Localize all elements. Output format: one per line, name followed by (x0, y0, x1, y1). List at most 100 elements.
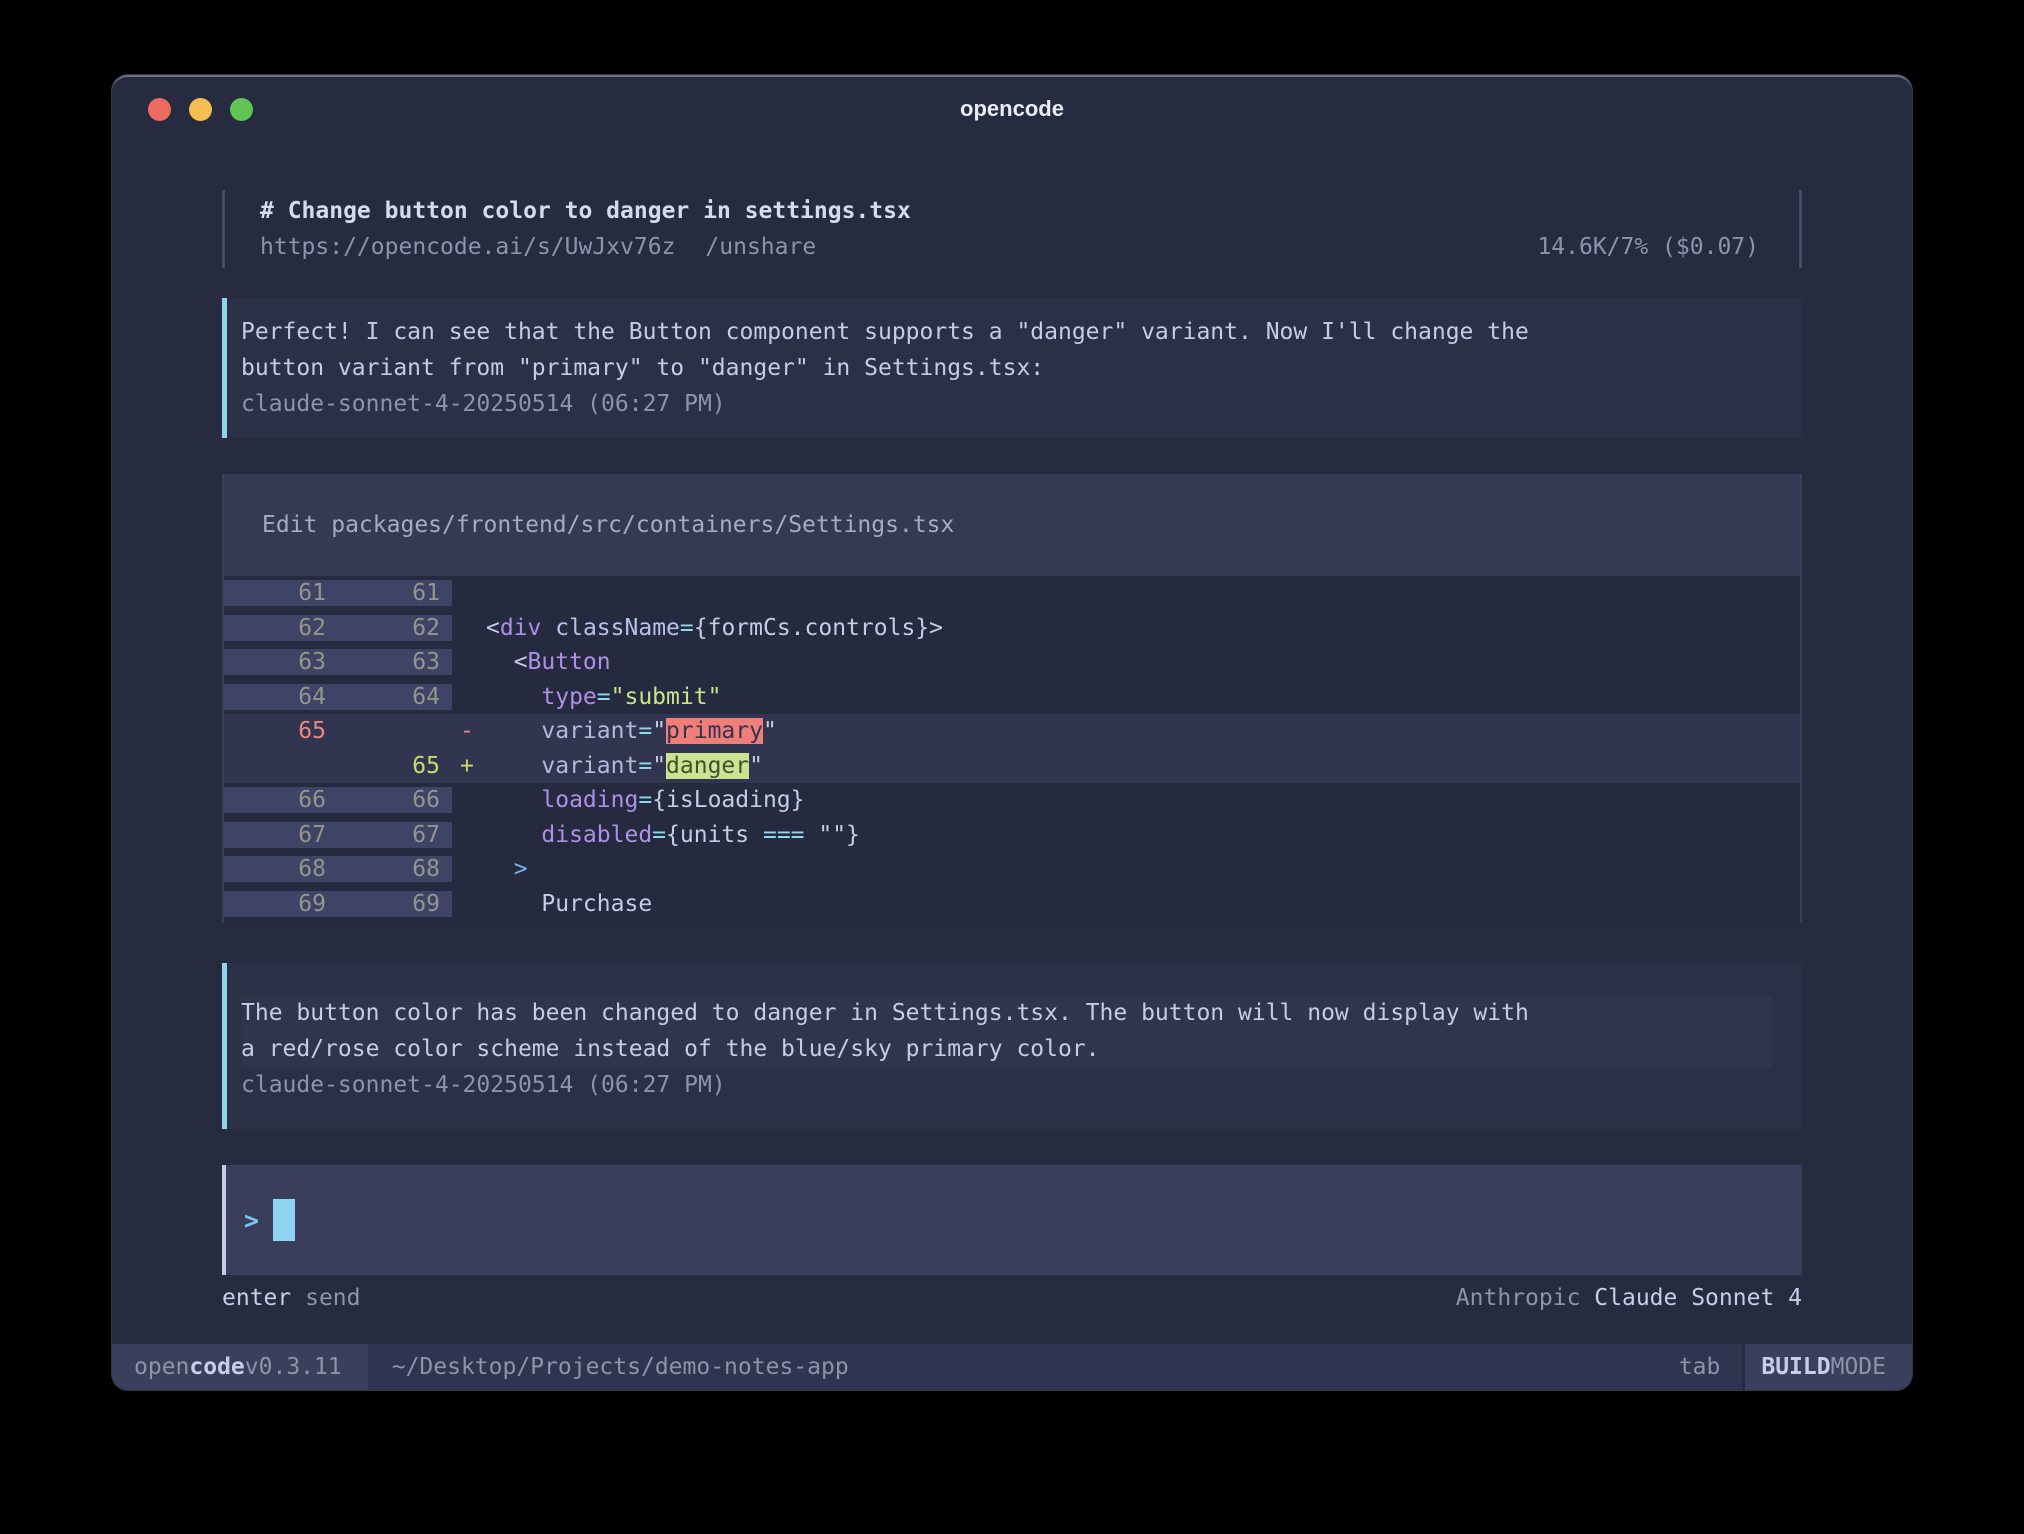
session-title: # Change button color to danger in setti… (260, 193, 911, 229)
code-segment: = (638, 718, 652, 744)
code-segment (486, 718, 541, 744)
minimize-button[interactable] (189, 98, 212, 121)
mode-chip: BUILD MODE (1745, 1344, 1912, 1390)
code-line: <Button (478, 649, 1800, 675)
code-segment: " (652, 753, 666, 779)
diff-rows: 61616262<div className={formCs.controls}… (224, 576, 1800, 923)
diff-row: 65- variant="primary" (224, 714, 1800, 749)
code-segment (486, 822, 541, 848)
code-line: variant="primary" (478, 718, 1800, 744)
line-number-new: 62 (332, 615, 452, 641)
diff-marker: + (452, 753, 478, 779)
enter-send-hint: enter send (222, 1285, 361, 1311)
line-number-new: 65 (332, 753, 452, 779)
code-segment: > (514, 856, 528, 882)
code-segment (486, 787, 541, 813)
code-line: loading={isLoading} (478, 787, 1800, 813)
message-text-line: Perfect! I can see that the Button compo… (241, 314, 1772, 350)
code-segment (486, 856, 514, 882)
text-cursor (273, 1199, 295, 1241)
code-segment: Button (528, 649, 611, 675)
code-segment: < (486, 615, 500, 641)
share-url-link[interactable]: https://opencode.ai/s/UwJxv76z (260, 234, 675, 260)
code-segment: = (638, 787, 652, 813)
zoom-button[interactable] (230, 98, 253, 121)
code-segment: " (763, 718, 777, 744)
diff-row: 6868 > (224, 852, 1800, 887)
prompt-input[interactable]: > (222, 1165, 1802, 1275)
code-segment: type (541, 684, 596, 710)
assistant-message: The button color has been changed to dan… (222, 963, 1802, 1129)
line-number-old: 68 (224, 856, 332, 882)
line-number-old: 61 (224, 580, 332, 606)
message-meta: claude-sonnet-4-20250514 (06:27 PM) (241, 1067, 1772, 1103)
code-segment: = (597, 684, 611, 710)
message-text-line: button variant from "primary" to "danger… (241, 350, 1772, 386)
code-segment: = (638, 753, 652, 779)
code-segment: === (763, 822, 805, 848)
line-number-new: 69 (332, 891, 452, 917)
opencode-window: opencode # Change button color to danger… (112, 75, 1912, 1390)
message-text: Perfect! I can see that the Button compo… (241, 314, 1772, 386)
app-version-chip: opencode v0.3.11 (112, 1344, 368, 1390)
code-segment (541, 615, 555, 641)
code-segment: {isLoading} (652, 787, 804, 813)
code-segment: className (555, 615, 680, 641)
cwd-path: ~/Desktop/Projects/demo-notes-app (368, 1344, 849, 1390)
code-segment: loading (541, 787, 638, 813)
code-segment: div (500, 615, 542, 641)
line-number-old: 67 (224, 822, 332, 848)
status-bar: opencode v0.3.11 ~/Desktop/Projects/demo… (112, 1344, 1912, 1390)
line-number-new: 68 (332, 856, 452, 882)
message-text-line: The button color has been changed to dan… (241, 995, 1772, 1031)
code-segment (486, 753, 541, 779)
line-number-new: 66 (332, 787, 452, 813)
line-number-new: 64 (332, 684, 452, 710)
message-text: The button color has been changed to dan… (241, 995, 1772, 1067)
message-text-line: a red/rose color scheme instead of the b… (241, 1031, 1772, 1067)
code-segment: primary (666, 718, 763, 744)
edit-tool-header: Edit packages/frontend/src/containers/Se… (224, 474, 1800, 576)
assistant-message: Perfect! I can see that the Button compo… (222, 298, 1802, 438)
titlebar: opencode (112, 77, 1912, 141)
session-header: # Change button color to danger in setti… (222, 190, 1802, 268)
line-number-old: 63 (224, 649, 332, 675)
line-number-old: 66 (224, 787, 332, 813)
code-segment: {formCs.controls} (694, 615, 929, 641)
diff-row: 65+ variant="danger" (224, 749, 1800, 784)
close-button[interactable] (148, 98, 171, 121)
code-segment: > (929, 615, 943, 641)
edit-tool-block: Edit packages/frontend/src/containers/Se… (222, 474, 1802, 923)
code-segment: = (652, 822, 666, 848)
prompt-chevron-icon: > (244, 1206, 259, 1235)
line-number-old: 62 (224, 615, 332, 641)
code-line: type="submit" (478, 684, 1800, 710)
window-title: opencode (960, 96, 1064, 122)
code-line: Purchase (478, 891, 1800, 917)
code-line: disabled={units === ""} (478, 822, 1800, 848)
code-line: > (478, 856, 1800, 882)
code-line: <div className={formCs.controls}> (478, 615, 1800, 641)
tab-key-hint[interactable]: tab (1679, 1344, 1743, 1390)
code-segment: variant (541, 718, 638, 744)
line-number-new: 63 (332, 649, 452, 675)
code-segment: < (486, 649, 528, 675)
line-number-old: 64 (224, 684, 332, 710)
diff-row: 6363 <Button (224, 645, 1800, 680)
code-segment: danger (666, 753, 749, 779)
line-number-old: 69 (224, 891, 332, 917)
diff-row: 6464 type="submit" (224, 680, 1800, 715)
code-segment: " (749, 753, 763, 779)
code-segment: Purchase (486, 891, 652, 917)
code-segment: = (680, 615, 694, 641)
diff-row: 6767 disabled={units === ""} (224, 818, 1800, 853)
line-number-new: 61 (332, 580, 452, 606)
hint-row: enter send Anthropic Claude Sonnet 4 (222, 1275, 1802, 1311)
code-segment: ""} (805, 822, 860, 848)
code-segment: {units (666, 822, 763, 848)
traffic-lights (148, 77, 253, 141)
unshare-link[interactable]: /unshare (705, 234, 816, 260)
line-number-old: 65 (224, 718, 332, 744)
code-line: variant="danger" (478, 753, 1800, 779)
model-indicator: Anthropic Claude Sonnet 4 (1456, 1285, 1802, 1311)
